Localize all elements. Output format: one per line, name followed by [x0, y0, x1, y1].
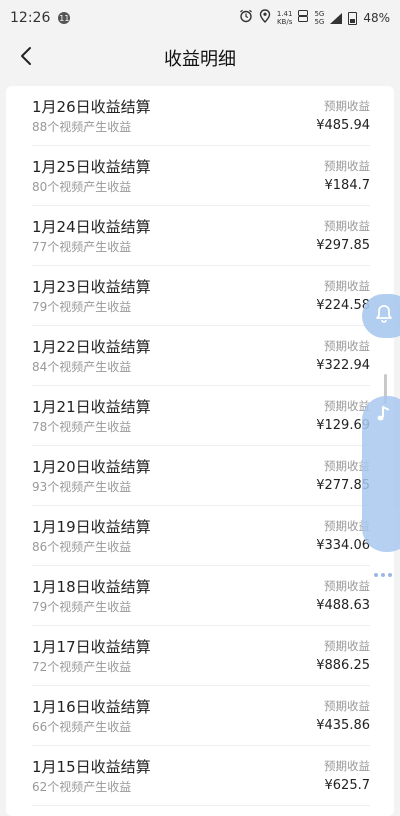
sim1-label: 5G	[314, 10, 325, 18]
music-note-icon	[375, 406, 391, 428]
page-title: 收益明细	[164, 49, 236, 70]
settlement-title: 1月25日收益结算	[32, 157, 151, 176]
settlement-title: 1月15日收益结算	[32, 757, 151, 776]
battery-icon	[348, 11, 358, 25]
status-time: 12:26	[10, 10, 51, 26]
settlement-title: 1月20日收益结算	[32, 457, 151, 476]
settlement-title: 1月17日收益结算	[32, 637, 151, 656]
earnings-item[interactable]: 1月24日收益结算 77个视频产生收益 预期收益 ¥297.85	[6, 206, 394, 266]
signal-icon	[330, 12, 343, 24]
earnings-item[interactable]: 1月22日收益结算 84个视频产生收益 预期收益 ¥322.94	[6, 326, 394, 386]
estimate-label: 预期收益	[324, 579, 370, 593]
earnings-amount: ¥334.06	[316, 538, 370, 553]
floating-music-button[interactable]	[362, 396, 400, 552]
video-count: 86个视频产生收益	[32, 539, 132, 554]
nav-bar: 收益明细	[0, 36, 400, 80]
chevron-left-icon	[19, 46, 33, 70]
video-count: 84个视频产生收益	[32, 359, 132, 374]
network-speed-value: 1.41	[276, 10, 293, 18]
earnings-item[interactable]: 1月25日收益结算 80个视频产生收益 预期收益 ¥184.7	[6, 146, 394, 206]
earnings-amount: ¥488.63	[316, 598, 370, 613]
estimate-label: 预期收益	[324, 759, 370, 773]
settlement-title: 1月24日收益结算	[32, 217, 151, 236]
status-icons: 1.41 KB/s 5G 5G 48%	[239, 9, 390, 27]
settlement-title: 1月21日收益结算	[32, 397, 151, 416]
estimate-label: 预期收益	[324, 699, 370, 713]
earnings-item[interactable]: 1月17日收益结算 72个视频产生收益 预期收益 ¥886.25	[6, 626, 394, 686]
network-speed: 1.41 KB/s	[277, 10, 293, 26]
estimate-label: 预期收益	[324, 159, 370, 173]
video-count: 78个视频产生收益	[32, 419, 132, 434]
video-count: 88个视频产生收益	[32, 119, 132, 134]
estimate-label: 预期收益	[324, 279, 370, 293]
settlement-title: 1月26日收益结算	[32, 97, 151, 116]
back-button[interactable]	[10, 42, 42, 74]
settlement-title: 1月18日收益结算	[32, 577, 151, 596]
more-options-icon[interactable]	[374, 573, 392, 577]
battery-level: 48%	[363, 11, 390, 25]
status-bar: 12:26 11 1.41 KB/s 5G 5G 48%	[0, 0, 400, 36]
sim-indicator: 5G 5G	[314, 10, 324, 26]
video-count: 66个视频产生收益	[32, 719, 132, 734]
earnings-amount: ¥485.94	[316, 118, 370, 133]
earnings-amount: ¥184.7	[324, 178, 371, 193]
earnings-item[interactable]: 1月21日收益结算 78个视频产生收益 预期收益 ¥129.69	[6, 386, 394, 446]
earnings-amount: ¥435.86	[316, 718, 370, 733]
settlement-title: 1月22日收益结算	[32, 337, 151, 356]
earnings-item[interactable]: 1月15日收益结算 62个视频产生收益 预期收益 ¥625.7	[6, 746, 394, 806]
video-count: 79个视频产生收益	[32, 299, 132, 314]
settlement-title: 1月16日收益结算	[32, 697, 151, 716]
video-count: 93个视频产生收益	[32, 479, 132, 494]
video-count: 62个视频产生收益	[32, 779, 132, 794]
video-count: 79个视频产生收益	[32, 599, 132, 614]
earnings-item[interactable]: 1月23日收益结算 79个视频产生收益 预期收益 ¥224.58	[6, 266, 394, 326]
earnings-amount: ¥625.7	[324, 778, 371, 793]
location-icon	[259, 9, 271, 27]
earnings-amount: ¥297.85	[316, 238, 370, 253]
floating-bell-button[interactable]	[362, 294, 400, 338]
notification-badge: 11	[58, 12, 71, 24]
settlement-title: 1月19日收益结算	[32, 517, 151, 536]
earnings-amount: ¥322.94	[316, 358, 370, 373]
estimate-label: 预期收益	[324, 339, 370, 353]
network-speed-unit: KB/s	[276, 18, 293, 26]
earnings-item[interactable]: 1月18日收益结算 79个视频产生收益 预期收益 ¥488.63	[6, 566, 394, 626]
video-count: 77个视频产生收益	[32, 239, 132, 254]
estimate-label: 预期收益	[324, 639, 370, 653]
estimate-label: 预期收益	[324, 219, 370, 233]
hd-icon	[298, 10, 309, 26]
estimate-label: 预期收益	[324, 99, 370, 113]
bell-icon	[374, 304, 394, 328]
earnings-item[interactable]: 1月19日收益结算 86个视频产生收益 预期收益 ¥334.06	[6, 506, 394, 566]
sim2-label: 5G	[314, 18, 325, 26]
video-count: 80个视频产生收益	[32, 179, 132, 194]
settlement-title: 1月23日收益结算	[32, 277, 151, 296]
earnings-item[interactable]: 1月20日收益结算 93个视频产生收益 预期收益 ¥277.85	[6, 446, 394, 506]
earnings-item[interactable]: 1月26日收益结算 88个视频产生收益 预期收益 ¥485.94	[6, 86, 394, 146]
earnings-item[interactable]: 1月16日收益结算 66个视频产生收益 预期收益 ¥435.86	[6, 686, 394, 746]
earnings-amount: ¥886.25	[316, 658, 370, 673]
earnings-list: 1月26日收益结算 88个视频产生收益 预期收益 ¥485.94 1月25日收益结算…	[6, 86, 394, 816]
video-count: 72个视频产生收益	[32, 659, 132, 674]
alarm-icon	[239, 9, 253, 27]
